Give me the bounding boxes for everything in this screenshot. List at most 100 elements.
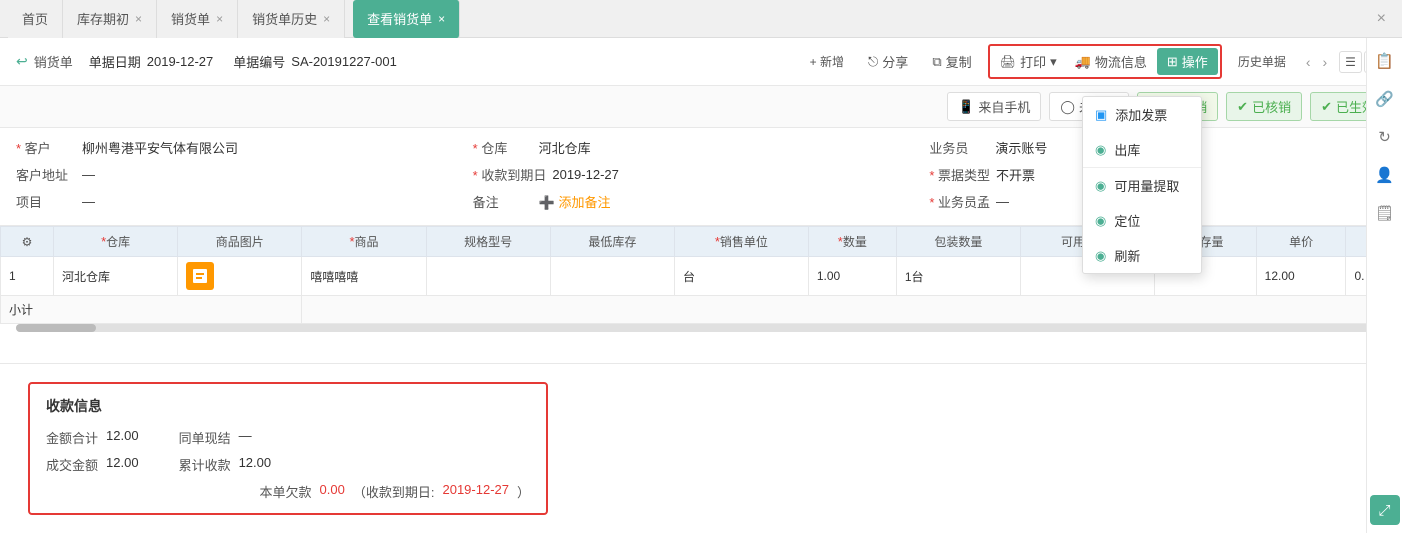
next-button[interactable]: › xyxy=(1319,52,1332,72)
address-field: 客户地址 — xyxy=(16,165,473,184)
list-view-icon[interactable]: ☰ xyxy=(1339,51,1362,73)
dropdown-add-invoice-label: 添加发票 xyxy=(1115,105,1167,124)
tab-inventory[interactable]: 库存期初 × xyxy=(63,0,157,38)
spacer-item xyxy=(46,482,220,501)
doc-actions: + 新增 ⎋ 分享 ⧉ 复制 🖨 打印 ▾ 🚚 物流信息 xyxy=(802,44,1386,79)
total-received-item: 累计收款 12.00 xyxy=(179,455,272,474)
payment-info-box: 收款信息 金额合计 12.00 同单现结 — 成交金额 12.00 累计收款 xyxy=(28,382,548,515)
dropdown-available-extract-label: 可用量提取 xyxy=(1114,176,1179,195)
tab-inventory-close[interactable]: × xyxy=(135,12,142,26)
right-panel: 📋 🔗 ↻ 👤 🗒 ⤢ xyxy=(1366,38,1402,533)
customer-field: 客户 柳州粤港平安气体有限公司 xyxy=(16,138,473,157)
dropdown-refresh[interactable]: ◉ 刷新 xyxy=(1083,238,1201,273)
operate-button[interactable]: ⊞ 操作 xyxy=(1157,48,1218,75)
row-index: 1 xyxy=(1,257,54,296)
row-pack-qty: 1台 xyxy=(896,257,1020,296)
same-order-settle-item: 同单现结 — xyxy=(179,428,252,447)
prev-button[interactable]: ‹ xyxy=(1302,52,1315,72)
nav-arrows: ‹ › xyxy=(1302,52,1331,72)
sold-button[interactable]: ✔ 已核销 xyxy=(1226,92,1302,121)
logistics-icon: 🚚 xyxy=(1075,54,1091,70)
new-button[interactable]: + 新增 xyxy=(802,49,852,74)
outbound-icon: ◉ xyxy=(1095,142,1106,158)
tab-sales[interactable]: 销货单 × xyxy=(157,0,238,38)
subtotal-row: 小计 xyxy=(1,296,1402,324)
print-button[interactable]: 🖨 打印 ▾ xyxy=(992,48,1065,75)
tab-view-sales-close[interactable]: × xyxy=(438,12,445,26)
locate-icon: ◉ xyxy=(1095,213,1106,229)
bottom-section: 收款信息 金额合计 12.00 同单现结 — 成交金额 12.00 累计收款 xyxy=(0,364,1402,533)
project-field: 项目 — xyxy=(16,192,473,211)
tab-view-sales[interactable]: 查看销货单 × xyxy=(353,0,460,38)
dropdown-add-invoice[interactable]: ▣ 添加发票 xyxy=(1083,97,1201,132)
scroll-thumb[interactable] xyxy=(16,324,96,332)
project-label: 项目 xyxy=(16,192,76,211)
row-warehouse: 河北仓库 xyxy=(54,257,178,296)
window-close-button[interactable]: × xyxy=(1369,10,1394,28)
logistics-button[interactable]: 🚚 物流信息 xyxy=(1067,48,1155,75)
share-icon: ⎋ xyxy=(868,54,878,70)
dropdown-locate[interactable]: ◉ 定位 xyxy=(1083,203,1201,238)
panel-icon-note[interactable]: 🗒 xyxy=(1370,198,1400,228)
dropdown-outbound[interactable]: ◉ 出库 xyxy=(1083,132,1201,167)
col-settings[interactable]: ⚙ xyxy=(1,227,54,257)
payment-info-title: 收款信息 xyxy=(46,396,530,416)
address-value: — xyxy=(82,167,95,182)
doc-type-icon: ↩ xyxy=(16,53,28,70)
doc-info: 单据日期 2019-12-27 单据编号 SA-20191227-001 xyxy=(89,52,397,71)
subtotal-label: 小计 xyxy=(1,296,302,324)
doc-date-label: 单据日期 xyxy=(89,52,141,71)
add-remark-button[interactable]: ➕ 添加备注 xyxy=(539,192,611,211)
row-image xyxy=(178,257,302,296)
print-dropdown-arrow: ▾ xyxy=(1050,54,1057,70)
panel-icon-refresh[interactable]: ↻ xyxy=(1370,122,1400,152)
outstanding-item: 本单欠款 0.00 （收款到期日: 2019-12-27 ） xyxy=(260,482,530,501)
col-product: *商品 xyxy=(302,227,426,257)
outstanding-suffix: （收款到期日: xyxy=(353,482,435,501)
project-value: — xyxy=(82,194,95,209)
col-warehouse: *仓库 xyxy=(54,227,178,257)
ticket-type-value: 不开票 xyxy=(996,165,1035,184)
customer-label: 客户 xyxy=(16,138,76,157)
history-button[interactable]: 历史单据 xyxy=(1230,49,1294,74)
dropdown-refresh-label: 刷新 xyxy=(1114,246,1140,265)
col-price: 单价 xyxy=(1256,227,1346,257)
ticket-type-label: 票据类型 xyxy=(929,165,990,184)
dropdown-outbound-label: 出库 xyxy=(1114,140,1140,159)
panel-icon-user[interactable]: 👤 xyxy=(1370,160,1400,190)
col-pack-qty: 包装数量 xyxy=(896,227,1020,257)
dropdown-available-extract[interactable]: ◉ 可用量提取 xyxy=(1083,168,1201,203)
from-phone-button[interactable]: 📱 来自手机 xyxy=(947,92,1041,121)
row-qty: 1.00 xyxy=(808,257,896,296)
staff-label: 业务员 xyxy=(929,138,989,157)
panel-icon-link[interactable]: 🔗 xyxy=(1370,84,1400,114)
tab-sales-label: 销货单 xyxy=(171,9,210,28)
doc-number-label: 单据编号 xyxy=(233,52,285,71)
tab-inventory-label: 库存期初 xyxy=(77,9,129,28)
address-label: 客户地址 xyxy=(16,165,76,184)
row-product: 嘻嘻嘻嘻 xyxy=(302,257,426,296)
horizontal-scrollbar[interactable] xyxy=(16,324,1386,332)
info-row-3: 本单欠款 0.00 （收款到期日: 2019-12-27 ） xyxy=(46,482,530,501)
same-order-settle-value: — xyxy=(239,428,252,447)
due-date-label: 收款到期日 xyxy=(473,165,547,184)
outstanding-date: 2019-12-27 xyxy=(442,482,509,501)
tab-sales-close[interactable]: × xyxy=(216,12,223,26)
panel-icon-clipboard[interactable]: 📋 xyxy=(1370,46,1400,76)
tab-history[interactable]: 销货单历史 × xyxy=(238,0,345,38)
tab-home[interactable]: 首页 xyxy=(8,0,63,38)
available-extract-icon: ◉ xyxy=(1095,178,1106,194)
row-spec xyxy=(426,257,550,296)
panel-icon-expand[interactable]: ⤢ xyxy=(1370,495,1400,525)
copy-button[interactable]: ⧉ 复制 xyxy=(924,48,979,75)
add-remark-icon: ➕ xyxy=(539,195,555,210)
print-icon: 🖨 xyxy=(1000,54,1017,70)
staff-value: 演示账号 xyxy=(995,138,1047,157)
row-unit: 台 xyxy=(674,257,808,296)
doc-type-label: 销货单 xyxy=(34,52,73,71)
total-received-label: 累计收款 xyxy=(179,455,231,474)
col-qty: *数量 xyxy=(808,227,896,257)
tab-history-close[interactable]: × xyxy=(323,12,330,26)
tab-home-label: 首页 xyxy=(22,9,48,28)
share-button[interactable]: ⎋ 分享 xyxy=(860,48,916,75)
